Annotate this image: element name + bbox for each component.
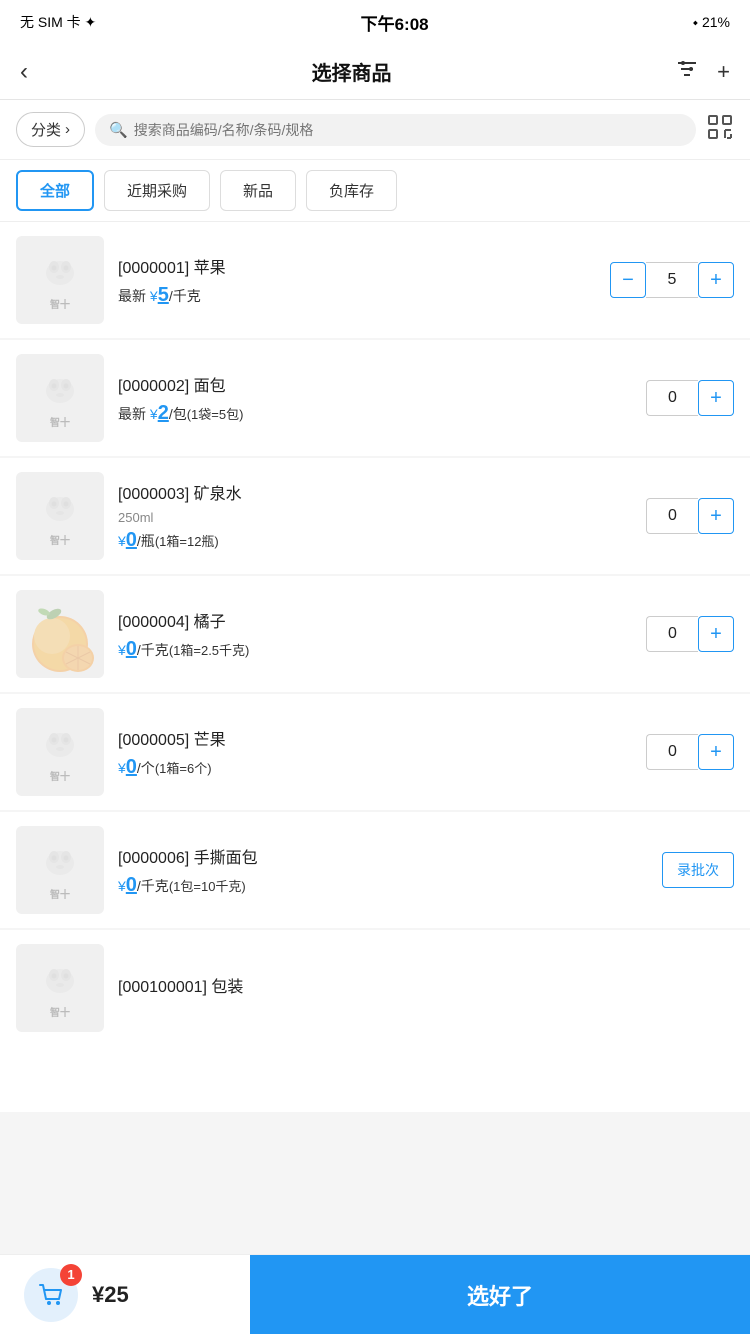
nav-bar: ‹ 选择商品 + (0, 44, 750, 100)
product-info-0000004: [0000004] 橘子 ¥0/千克(1箱=2.5千克) (118, 608, 632, 661)
nav-right-icons: + (675, 57, 730, 87)
product-info-000100001: [000100001] 包装 (118, 973, 734, 1003)
status-right: ⬩ 21% (693, 14, 730, 31)
back-button[interactable]: ‹ (20, 58, 28, 86)
product-controls-0000004: + (646, 616, 734, 652)
product-info-0000006: [0000006] 手撕面包 ¥0/千克(1包=10千克) (118, 844, 648, 897)
list-item: 智十 [000100001] 包装 (0, 930, 750, 1112)
quantity-input[interactable] (646, 498, 698, 534)
page-title: 选择商品 (312, 57, 392, 86)
list-item: 智十 [0000001] 苹果 最新 ¥5/千克 − + (0, 222, 750, 338)
cart-section: 1 ¥25 (0, 1268, 250, 1322)
product-name: [0000001] 苹果 (118, 254, 596, 278)
product-controls-0000001: − + (610, 262, 734, 298)
product-name: [0000004] 橘子 (118, 608, 632, 632)
list-item: [0000004] 橘子 ¥0/千克(1箱=2.5千克) + (0, 576, 750, 692)
product-image-0000005: 智十 (16, 708, 104, 796)
filter-icon[interactable] (675, 57, 699, 87)
product-price: ¥0/瓶(1箱=12瓶) (118, 529, 632, 552)
product-info-0000002: [0000002] 面包 最新 ¥2/包(1袋=5包) (118, 372, 632, 425)
product-name: [0000002] 面包 (118, 372, 632, 396)
product-image-0000004 (16, 590, 104, 678)
quantity-input[interactable] (646, 616, 698, 652)
product-price: ¥0/个(1箱=6个) (118, 756, 632, 779)
category-button[interactable]: 分类 › (16, 112, 85, 147)
product-image-0000002: 智十 (16, 354, 104, 442)
tab-row: 全部 近期采购 新品 负库存 (0, 160, 750, 222)
list-item: 智十 [0000006] 手撕面包 ¥0/千克(1包=10千克) 录批次 (0, 812, 750, 928)
status-time: 下午6:08 (361, 10, 429, 35)
quantity-input[interactable] (646, 380, 698, 416)
product-name: [0000005] 芒果 (118, 726, 632, 750)
increase-button[interactable]: + (698, 380, 734, 416)
add-icon[interactable]: + (717, 59, 730, 85)
product-image-0000001: 智十 (16, 236, 104, 324)
quantity-input[interactable] (646, 262, 698, 298)
product-list: 智十 [0000001] 苹果 最新 ¥5/千克 − + (0, 222, 750, 1112)
product-name: [000100001] 包装 (118, 973, 734, 997)
search-icon: 🔍 (109, 121, 128, 139)
confirm-button[interactable]: 选好了 (250, 1255, 750, 1334)
product-price: ¥0/千克(1包=10千克) (118, 874, 648, 897)
quantity-input[interactable] (646, 734, 698, 770)
increase-button[interactable]: + (698, 616, 734, 652)
product-image-0000006: 智十 (16, 826, 104, 914)
product-name: [0000006] 手撕面包 (118, 844, 648, 868)
increase-button[interactable]: + (698, 734, 734, 770)
search-box[interactable]: 🔍 (95, 114, 696, 146)
product-image-000100001: 智十 (16, 944, 104, 1032)
product-image-0000003: 智十 (16, 472, 104, 560)
product-controls-0000005: + (646, 734, 734, 770)
product-controls-0000003: + (646, 498, 734, 534)
cart-button[interactable]: 1 (24, 1268, 78, 1322)
product-controls-0000002: + (646, 380, 734, 416)
product-controls-0000006: 录批次 (662, 852, 734, 888)
product-info-0000001: [0000001] 苹果 最新 ¥5/千克 (118, 254, 596, 307)
increase-button[interactable]: + (698, 262, 734, 298)
cart-total: ¥25 (92, 1282, 129, 1308)
batch-button[interactable]: 录批次 (662, 852, 734, 888)
tab-new[interactable]: 新品 (220, 170, 296, 211)
filter-row: 分类 › 🔍 (0, 100, 750, 160)
decrease-button[interactable]: − (610, 262, 646, 298)
cart-badge: 1 (60, 1264, 82, 1286)
list-item: 智十 [0000002] 面包 最新 ¥2/包(1袋=5包) + (0, 340, 750, 456)
product-info-0000003: [0000003] 矿泉水 250ml ¥0/瓶(1箱=12瓶) (118, 480, 632, 552)
product-price: ¥0/千克(1箱=2.5千克) (118, 638, 632, 661)
increase-button[interactable]: + (698, 498, 734, 534)
product-info-0000005: [0000005] 芒果 ¥0/个(1箱=6个) (118, 726, 632, 779)
battery-icon: ⬩ (693, 14, 698, 31)
tab-recent[interactable]: 近期采购 (104, 170, 210, 211)
status-left: 无 SIM 卡 ✦ (20, 12, 96, 32)
product-spec: 250ml (118, 510, 632, 525)
bottom-bar: 1 ¥25 选好了 (0, 1254, 750, 1334)
search-input[interactable] (134, 122, 682, 138)
status-bar: 无 SIM 卡 ✦ 下午6:08 ⬩ 21% (0, 0, 750, 44)
product-name: [0000003] 矿泉水 (118, 480, 632, 504)
tab-negative[interactable]: 负库存 (306, 170, 397, 211)
product-price: 最新 ¥2/包(1袋=5包) (118, 402, 632, 425)
list-item: 智十 [0000005] 芒果 ¥0/个(1箱=6个) + (0, 694, 750, 810)
product-price: 最新 ¥5/千克 (118, 284, 596, 307)
list-item: 智十 [0000003] 矿泉水 250ml ¥0/瓶(1箱=12瓶) + (0, 458, 750, 574)
tab-all[interactable]: 全部 (16, 170, 94, 211)
scan-icon[interactable] (706, 113, 734, 147)
